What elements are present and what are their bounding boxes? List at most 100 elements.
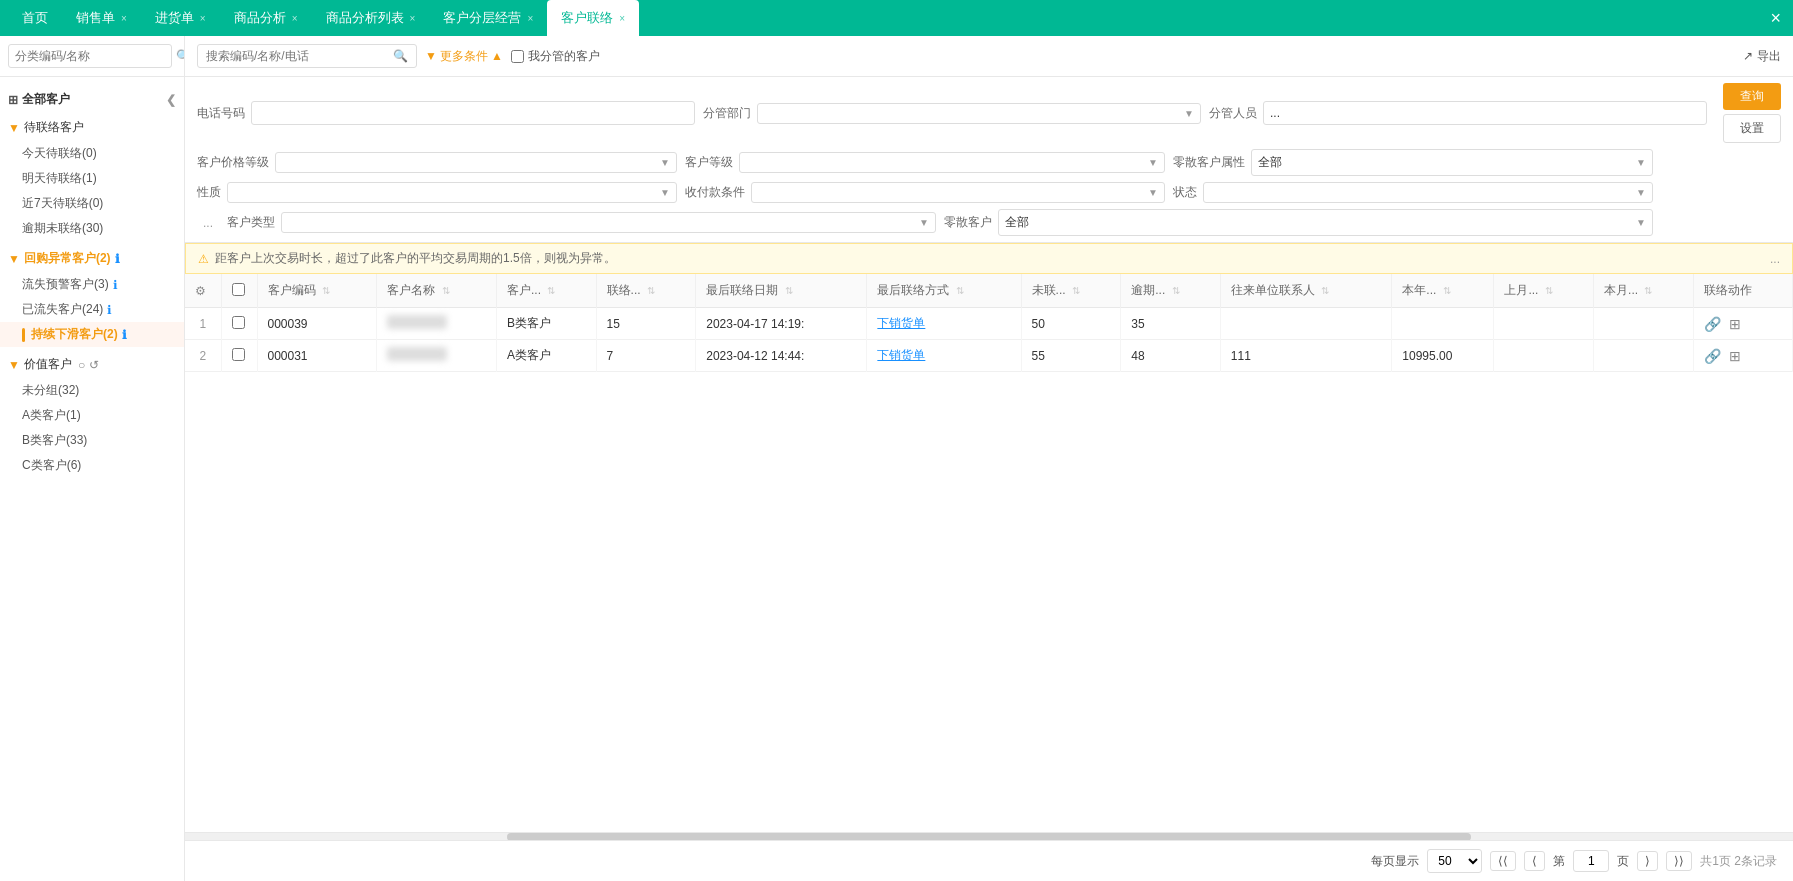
row-last-date-1: 2023-04-17 14:19:	[696, 308, 867, 340]
per-page-select[interactable]: 50 100 200	[1427, 849, 1482, 873]
sidebar-item-churned[interactable]: 已流失客户(24) ℹ	[0, 297, 184, 322]
select-all-checkbox[interactable]	[232, 283, 245, 296]
price-grade-select[interactable]: ▼	[275, 152, 677, 173]
sort-icon-code[interactable]: ⇅	[322, 285, 330, 296]
close-customer-segmentation-tab[interactable]: ×	[527, 13, 533, 24]
close-all-tabs[interactable]: ×	[1770, 8, 1781, 29]
action-icons-1: 🔗 ⊞	[1704, 316, 1782, 332]
row-select-checkbox-2[interactable]	[232, 348, 245, 361]
tooltip-text: 距客户上次交易时长，超过了此客户的平均交易周期的1.5倍，则视为异常。	[215, 250, 616, 267]
payment-select[interactable]: ▼	[751, 182, 1165, 203]
row-select-checkbox-1[interactable]	[232, 316, 245, 329]
close-product-analysis-tab[interactable]: ×	[292, 13, 298, 24]
customer-grade-select[interactable]: ▼	[739, 152, 1165, 173]
gender-select[interactable]: ▼	[227, 182, 677, 203]
sort-icon-year[interactable]: ⇅	[1443, 285, 1451, 296]
dept-select[interactable]: ▼	[757, 103, 1201, 124]
sidebar-item-class-c[interactable]: C类客户(6)	[0, 453, 184, 478]
sidebar-collapse-btn[interactable]: ❮	[166, 93, 176, 107]
info-icon-3[interactable]: ℹ	[107, 303, 112, 317]
nav-product-analysis-list[interactable]: 商品分析列表 ×	[312, 0, 430, 36]
retail-customer-select[interactable]: 全部 ▼	[998, 209, 1653, 236]
dots-btn[interactable]: ...	[197, 216, 219, 230]
sidebar-section-pending-header[interactable]: ▼ 待联络客户	[0, 114, 184, 141]
sort-icon-contact[interactable]: ⇅	[647, 285, 655, 296]
sort-icon-name[interactable]: ⇅	[442, 285, 450, 296]
export-btn[interactable]: ↗ 导出	[1743, 48, 1781, 65]
last-method-link-1[interactable]: 下销货单	[877, 316, 925, 330]
last-method-link-2[interactable]: 下销货单	[877, 348, 925, 362]
chevron-down-icon-3: ▼	[660, 157, 670, 168]
sidebar-item-7days[interactable]: 近7天待联络(0)	[0, 191, 184, 216]
link-action-icon-2[interactable]: 🔗	[1704, 348, 1721, 364]
arrow-down-icon-2: ▼	[8, 252, 20, 266]
info-icon-4[interactable]: ℹ	[122, 328, 127, 342]
close-sales-tab[interactable]: ×	[121, 13, 127, 24]
prev-page-btn[interactable]: ⟨	[1524, 851, 1545, 871]
more-conditions-btn[interactable]: ▼ 更多条件 ▲	[425, 48, 503, 65]
sort-icon-this-month[interactable]: ⇅	[1644, 285, 1652, 296]
nav-customer-segmentation[interactable]: 客户分层经营 ×	[429, 0, 547, 36]
nav-customer-contact[interactable]: 客户联络 ×	[547, 0, 639, 36]
sidebar-item-overdue[interactable]: 逾期未联络(30)	[0, 216, 184, 241]
settings-icon[interactable]: ⚙	[195, 284, 206, 298]
grid-action-icon-1[interactable]: ⊞	[1729, 316, 1741, 332]
sidebar-search-icon[interactable]: 🔍	[176, 49, 185, 63]
row-contact-1: 15	[596, 308, 696, 340]
sidebar-item-declining[interactable]: 持续下滑客户(2) ℹ	[0, 322, 184, 347]
last-page-btn[interactable]: ⟩⟩	[1666, 851, 1692, 871]
close-product-analysis-list-tab[interactable]: ×	[410, 13, 416, 24]
first-page-btn[interactable]: ⟨⟨	[1490, 851, 1516, 871]
edit-icon[interactable]: ○	[78, 358, 85, 372]
row-name-1	[377, 308, 497, 340]
nav-product-analysis[interactable]: 商品分析 ×	[220, 0, 312, 36]
info-icon[interactable]: ℹ	[115, 252, 120, 266]
sort-icon-method[interactable]: ⇅	[956, 285, 964, 296]
active-indicator	[22, 328, 25, 342]
search-input[interactable]	[206, 49, 393, 63]
close-customer-contact-tab[interactable]: ×	[619, 13, 625, 24]
my-customers-filter[interactable]: 我分管的客户	[511, 48, 600, 65]
query-btn[interactable]: 查询	[1723, 83, 1781, 110]
horizontal-scrollbar[interactable]	[185, 832, 1793, 840]
my-customers-checkbox[interactable]	[511, 50, 524, 63]
search-icon[interactable]: 🔍	[393, 49, 408, 63]
sort-icon-date[interactable]: ⇅	[785, 285, 793, 296]
page-input[interactable]	[1573, 850, 1609, 872]
filter-customer-grade: 客户等级 ▼	[685, 152, 1165, 173]
sidebar-item-churn-warning[interactable]: 流失预警客户(3) ℹ	[0, 272, 184, 297]
sidebar-item-today[interactable]: 今天待联络(0)	[0, 141, 184, 166]
refresh-icon[interactable]: ↺	[89, 358, 99, 372]
sort-icon-last-month[interactable]: ⇅	[1545, 285, 1553, 296]
customer-table: ⚙ 客户编码 ⇅ 客户名称 ⇅	[185, 274, 1793, 372]
sidebar-item-ungrouped[interactable]: 未分组(32)	[0, 378, 184, 403]
nav-home[interactable]: 首页	[8, 0, 62, 36]
info-icon-2[interactable]: ℹ	[113, 278, 118, 292]
grid-action-icon-2[interactable]: ⊞	[1729, 348, 1741, 364]
phone-input[interactable]	[251, 101, 695, 125]
nav-sales[interactable]: 销售单 ×	[62, 0, 141, 36]
link-action-icon-1[interactable]: 🔗	[1704, 316, 1721, 332]
retail-attr-select[interactable]: 全部 ▼	[1251, 149, 1653, 176]
sidebar-search-input[interactable]	[8, 44, 172, 68]
nav-purchase[interactable]: 进货单 ×	[141, 0, 220, 36]
next-page-btn[interactable]: ⟩	[1637, 851, 1658, 871]
page-suffix: 页	[1617, 853, 1629, 870]
sort-icon-partner[interactable]: ⇅	[1321, 285, 1329, 296]
row-last-month-1	[1494, 308, 1594, 340]
sidebar-item-class-b[interactable]: B类客户(33)	[0, 428, 184, 453]
person-select[interactable]: ...	[1263, 101, 1707, 125]
settings-btn[interactable]: 设置	[1723, 114, 1781, 143]
customer-type-select[interactable]: ▼	[281, 212, 936, 233]
sidebar-all-customers[interactable]: ⊞ 全部客户 ❮	[0, 85, 184, 114]
sort-icon-type[interactable]: ⇅	[547, 285, 555, 296]
sort-icon-overdue[interactable]: ⇅	[1172, 285, 1180, 296]
close-purchase-tab[interactable]: ×	[200, 13, 206, 24]
sidebar-section-abnormal-header[interactable]: ▼ 回购异常客户(2) ℹ	[0, 245, 184, 272]
tooltip-dots[interactable]: ...	[1770, 252, 1780, 266]
status-select[interactable]: ▼	[1203, 182, 1653, 203]
sidebar-item-tomorrow[interactable]: 明天待联络(1)	[0, 166, 184, 191]
sort-icon-uncontacted[interactable]: ⇅	[1072, 285, 1080, 296]
sidebar-item-class-a[interactable]: A类客户(1)	[0, 403, 184, 428]
sidebar-section-value-header[interactable]: ▼ 价值客户 ○ ↺	[0, 351, 184, 378]
